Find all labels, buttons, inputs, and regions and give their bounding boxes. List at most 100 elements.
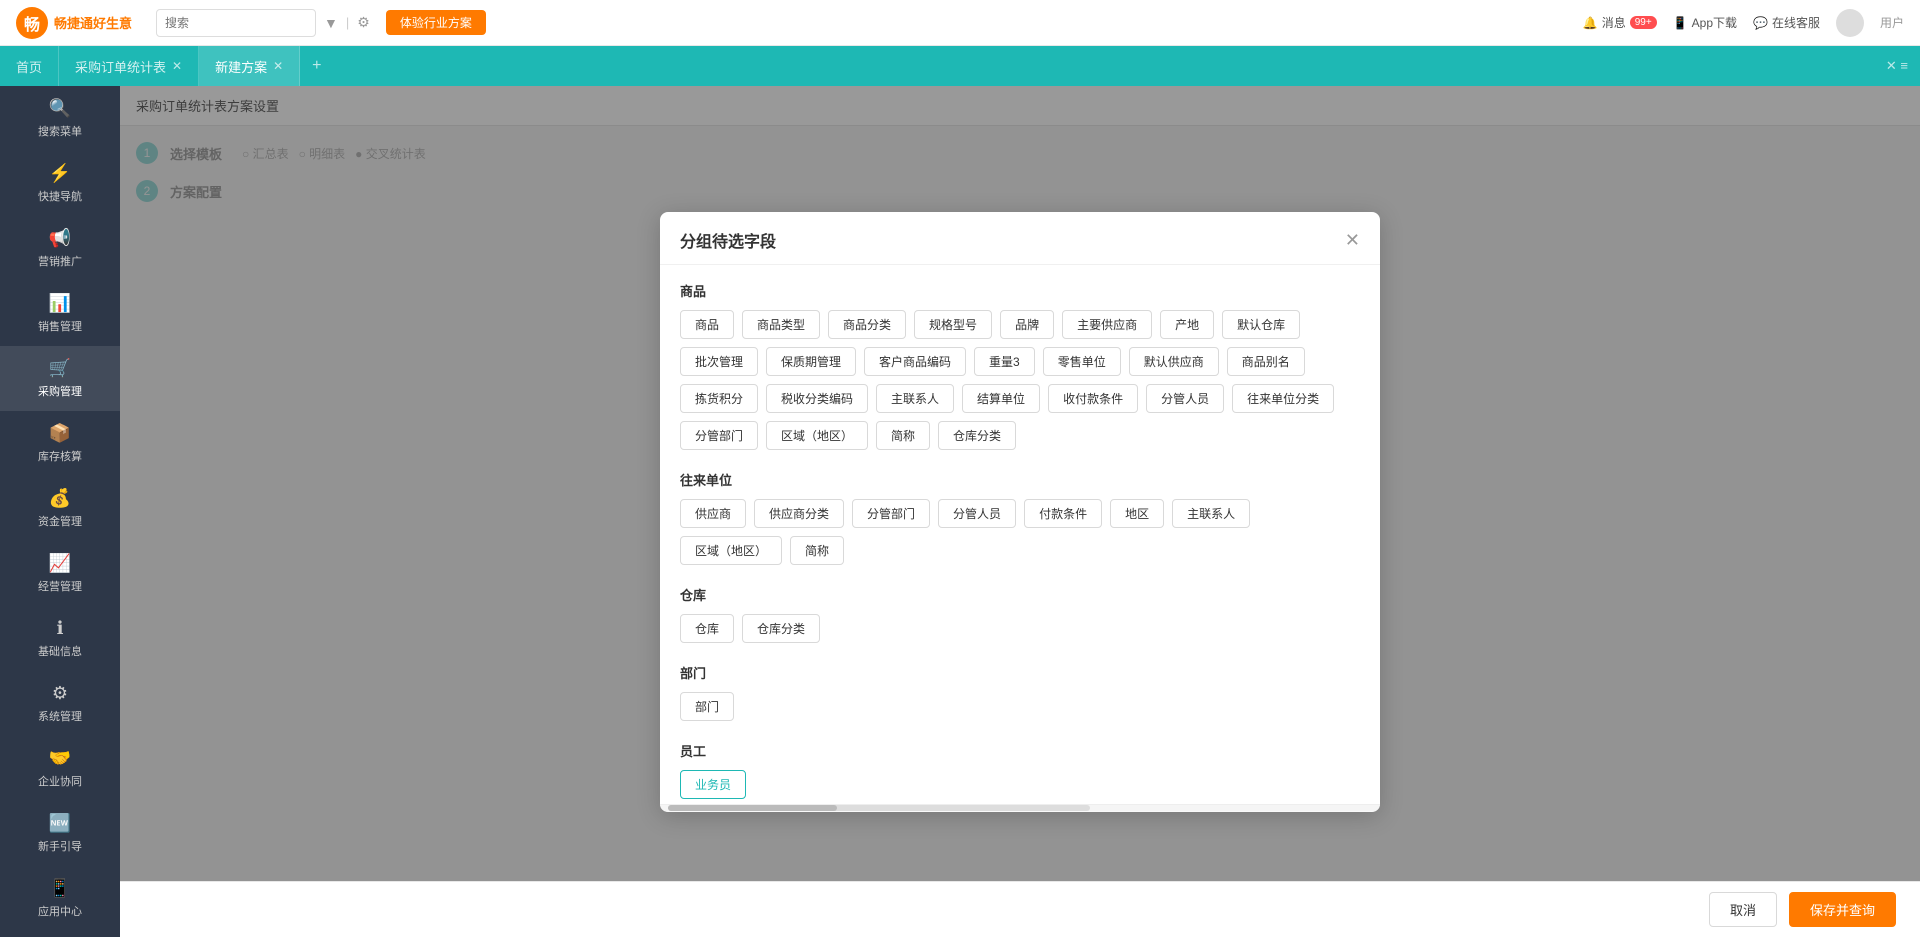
sidebar-item-system-label: 系统管理	[38, 708, 82, 724]
basic-info-icon: ℹ	[57, 618, 64, 639]
sidebar-item-collab-label: 企业协同	[38, 773, 82, 789]
section-employee-title: 员工	[680, 741, 1360, 760]
sidebar-item-basic-info[interactable]: ℹ 基础信息	[0, 606, 120, 671]
chip-short-name-partner[interactable]: 简称	[790, 536, 844, 565]
chip-region-partner[interactable]: 区域（地区）	[680, 536, 782, 565]
app-download-label: App下载	[1692, 14, 1737, 31]
chip-weight3[interactable]: 重量3	[974, 347, 1035, 376]
chip-retail-unit[interactable]: 零售单位	[1043, 347, 1121, 376]
message-item[interactable]: 🔔 消息 99+	[1583, 14, 1657, 31]
chip-partner-staff[interactable]: 分管人员	[938, 499, 1016, 528]
chip-partner-category[interactable]: 往来单位分类	[1232, 384, 1334, 413]
tab-purchase-stats[interactable]: 采购订单统计表 ✕	[59, 46, 199, 86]
chip-goods-type[interactable]: 商品类型	[742, 310, 820, 339]
chip-supplier[interactable]: 供应商	[680, 499, 746, 528]
industry-plan-button[interactable]: 体验行业方案	[386, 10, 486, 35]
tab-add-button[interactable]: +	[300, 57, 333, 75]
chip-pick-points[interactable]: 拣货积分	[680, 384, 758, 413]
chip-origin[interactable]: 产地	[1160, 310, 1214, 339]
sidebar-item-search-label: 搜索菜单	[38, 123, 82, 139]
section-warehouse-chips: 仓库 仓库分类	[680, 614, 1360, 643]
chip-brand[interactable]: 品牌	[1000, 310, 1054, 339]
sidebar-item-sales[interactable]: 📊 销售管理	[0, 281, 120, 346]
chip-main-supplier[interactable]: 主要供应商	[1062, 310, 1152, 339]
cancel-button[interactable]: 取消	[1709, 892, 1777, 927]
chip-goods[interactable]: 商品	[680, 310, 734, 339]
section-department-chips: 部门	[680, 692, 1360, 721]
save-query-button[interactable]: 保存并查询	[1789, 892, 1896, 927]
section-partner-chips: 供应商 供应商分类 分管部门 分管人员 付款条件 地区 主联系人 区域（地区） …	[680, 499, 1360, 565]
logo-text: 畅捷通好生意	[54, 13, 132, 32]
tab-new-plan[interactable]: 新建方案 ✕	[199, 46, 300, 86]
app-download-item[interactable]: 📱 App下载	[1673, 14, 1737, 31]
sidebar-item-system[interactable]: ⚙ 系统管理	[0, 671, 120, 736]
modal-title: 分组待选字段	[680, 228, 776, 252]
tab-bar-close[interactable]: ✕ ≡	[1886, 58, 1920, 74]
tab-purchase-stats-close[interactable]: ✕	[172, 59, 182, 73]
chip-area[interactable]: 地区	[1110, 499, 1164, 528]
message-icon: 🔔	[1583, 16, 1598, 30]
field-select-modal: 分组待选字段 ✕ 商品 商品 商品类型 商品分类 规格型号 品牌 主要供应商 产…	[660, 212, 1380, 812]
section-department-title: 部门	[680, 663, 1360, 682]
sidebar-item-search[interactable]: 🔍 搜索菜单	[0, 86, 120, 151]
chip-short-name-goods[interactable]: 简称	[876, 421, 930, 450]
logo-icon: 畅	[16, 7, 48, 39]
chip-spec-model[interactable]: 规格型号	[914, 310, 992, 339]
chip-default-supplier[interactable]: 默认供应商	[1129, 347, 1219, 376]
chip-batch-mgmt[interactable]: 批次管理	[680, 347, 758, 376]
sidebar-item-inventory[interactable]: 📦 库存核算	[0, 411, 120, 476]
chip-default-warehouse[interactable]: 默认仓库	[1222, 310, 1300, 339]
sidebar-item-quick-nav[interactable]: ⚡ 快捷导航	[0, 151, 120, 216]
chip-partner-main-contact[interactable]: 主联系人	[1172, 499, 1250, 528]
chip-salesperson[interactable]: 业务员	[680, 770, 746, 799]
avatar[interactable]	[1836, 9, 1864, 37]
message-label: 消息	[1602, 14, 1626, 31]
sidebar-item-wechat[interactable]: 💬 企业微信	[0, 931, 120, 937]
chip-customer-code[interactable]: 客户商品编码	[864, 347, 966, 376]
search-button[interactable]: ▼	[324, 15, 338, 31]
modal-body[interactable]: 商品 商品 商品类型 商品分类 规格型号 品牌 主要供应商 产地 默认仓库 批次…	[660, 265, 1380, 804]
sidebar-item-operations[interactable]: 📈 经营管理	[0, 541, 120, 606]
sales-icon: 📊	[49, 293, 71, 314]
sidebar-item-marketing[interactable]: 📢 营销推广	[0, 216, 120, 281]
sidebar-item-sales-label: 销售管理	[38, 318, 82, 334]
sidebar-item-apps-label: 应用中心	[38, 903, 82, 919]
chip-tax-code[interactable]: 税收分类编码	[766, 384, 868, 413]
chip-assigned-dept[interactable]: 分管部门	[680, 421, 758, 450]
chip-warehouse[interactable]: 仓库	[680, 614, 734, 643]
chip-region-goods[interactable]: 区域（地区）	[766, 421, 868, 450]
sidebar-item-collab[interactable]: 🤝 企业协同	[0, 736, 120, 801]
hscroll-thumb[interactable]	[668, 805, 837, 811]
chip-department[interactable]: 部门	[680, 692, 734, 721]
sidebar-item-finance[interactable]: 💰 资金管理	[0, 476, 120, 541]
settings-icon[interactable]: ⚙	[357, 14, 370, 31]
tab-new-plan-label: 新建方案	[215, 57, 267, 76]
chip-payment-terms[interactable]: 收付款条件	[1048, 384, 1138, 413]
chip-payment-condition[interactable]: 付款条件	[1024, 499, 1102, 528]
sidebar-item-purchase[interactable]: 🛒 采购管理	[0, 346, 120, 411]
chip-main-contact[interactable]: 主联系人	[876, 384, 954, 413]
chip-settlement-unit[interactable]: 结算单位	[962, 384, 1040, 413]
section-goods-chips: 商品 商品类型 商品分类 规格型号 品牌 主要供应商 产地 默认仓库 批次管理 …	[680, 310, 1360, 450]
online-service-item[interactable]: 💬 在线客服	[1753, 14, 1820, 31]
chip-partner-dept[interactable]: 分管部门	[852, 499, 930, 528]
chip-warehouse-category[interactable]: 仓库分类	[742, 614, 820, 643]
chip-supplier-category[interactable]: 供应商分类	[754, 499, 844, 528]
sidebar-item-apps[interactable]: 📱 应用中心	[0, 866, 120, 931]
tab-home[interactable]: 首页	[0, 46, 59, 86]
sidebar-item-guide[interactable]: 🆕 新手引导	[0, 801, 120, 866]
search-input[interactable]	[156, 9, 316, 37]
tab-new-plan-close[interactable]: ✕	[273, 59, 283, 73]
chip-goods-alias[interactable]: 商品别名	[1227, 347, 1305, 376]
online-service-icon: 💬	[1753, 16, 1768, 30]
tab-home-label: 首页	[16, 57, 42, 76]
chip-goods-category[interactable]: 商品分类	[828, 310, 906, 339]
main-content: 采购订单统计表方案设置 1 选择模板 ○ 汇总表 ○ 明细表 ● 交叉统计表 2…	[120, 86, 1920, 937]
chip-warehouse-category-goods[interactable]: 仓库分类	[938, 421, 1016, 450]
chip-assigned-staff[interactable]: 分管人员	[1146, 384, 1224, 413]
chip-expiry-mgmt[interactable]: 保质期管理	[766, 347, 856, 376]
tab-bar: 首页 采购订单统计表 ✕ 新建方案 ✕ + ✕ ≡	[0, 46, 1920, 86]
modal-close-button[interactable]: ✕	[1345, 231, 1360, 249]
modal-hscrollbar[interactable]	[660, 804, 1380, 812]
finance-icon: 💰	[49, 488, 71, 509]
